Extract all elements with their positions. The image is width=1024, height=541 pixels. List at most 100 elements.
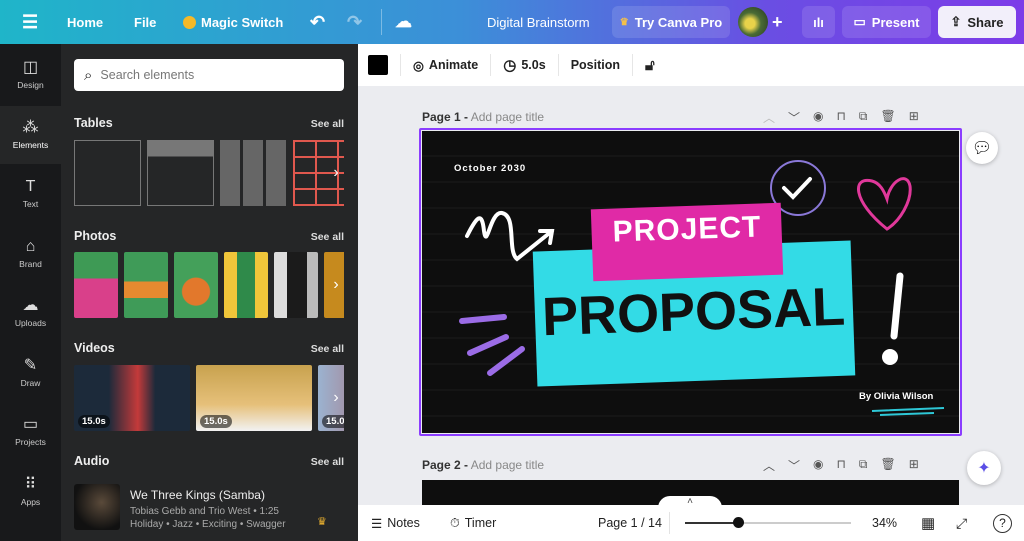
- zoom-slider-handle[interactable]: [733, 517, 745, 528]
- add-page-icon[interactable]: ⊞: [909, 457, 919, 474]
- rail-apps[interactable]: ⠿ Apps: [0, 463, 61, 521]
- rail-draw[interactable]: ✎ Draw: [0, 344, 61, 402]
- page-title-input[interactable]: Add page title: [471, 110, 544, 124]
- redo-icon[interactable]: ↷: [347, 0, 362, 44]
- lock-icon[interactable]: 🔓︎: [633, 54, 667, 76]
- text-icon: T: [25, 178, 36, 195]
- video-thumb[interactable]: 15.0s: [74, 365, 190, 431]
- elements-panel: ⌕ Search elements Tables See all › Photos…: [61, 44, 358, 541]
- duplicate-icon[interactable]: ⧉: [859, 109, 868, 126]
- rail-label: Brand: [19, 259, 42, 269]
- audio-track-title[interactable]: We Three Kings (Samba): [130, 488, 265, 502]
- rail-text[interactable]: T Text: [0, 165, 61, 223]
- add-collaborator-icon[interactable]: +: [772, 0, 783, 44]
- photo-thumb[interactable]: [74, 252, 118, 318]
- fullscreen-icon[interactable]: ⤢: [956, 515, 967, 532]
- rail-label: Elements: [12, 140, 49, 150]
- help-icon[interactable]: ?: [993, 513, 1012, 533]
- video-thumb[interactable]: 15.0s: [196, 365, 312, 431]
- home-button[interactable]: Home: [67, 0, 103, 44]
- trash-icon[interactable]: 🗑︎: [880, 457, 895, 474]
- search-input[interactable]: ⌕ Search elements: [74, 59, 344, 91]
- rail-label: Apps: [20, 497, 41, 507]
- video-duration: 15.0s: [78, 415, 110, 428]
- present-label: Present: [871, 14, 920, 30]
- rail-elements[interactable]: ⁂ Elements: [0, 106, 61, 164]
- photos-see-all[interactable]: See all: [311, 231, 344, 243]
- grid-view-icon[interactable]: ▦: [921, 514, 935, 532]
- insights-icon[interactable]: ılı: [802, 6, 835, 38]
- chevron-up-icon[interactable]: ︿: [763, 109, 775, 126]
- rail-brand[interactable]: ⌂ Brand: [0, 225, 61, 283]
- try-canva-pro-button[interactable]: ♛ Try Canva Pro: [612, 6, 730, 38]
- color-square: [368, 55, 388, 75]
- add-comment-icon[interactable]: 💬︎: [966, 132, 998, 164]
- rail-label: Design: [17, 80, 44, 90]
- duration-button[interactable]: ◷ 5.0s: [491, 54, 559, 76]
- tables-row: [74, 140, 344, 206]
- undo-icon[interactable]: ↶: [310, 0, 325, 44]
- add-page-icon[interactable]: ⊞: [909, 109, 919, 126]
- rail-uploads[interactable]: ☁ Uploads: [0, 284, 61, 342]
- table-thumb[interactable]: [74, 140, 141, 206]
- hamburger-icon[interactable]: ☰: [22, 0, 38, 44]
- audio-cover[interactable]: [74, 484, 120, 530]
- cloud-saved-icon[interactable]: ☁: [395, 0, 412, 44]
- trash-icon[interactable]: 🗑︎: [880, 109, 895, 126]
- photo-thumb[interactable]: [174, 252, 218, 318]
- chevron-right-icon[interactable]: ›: [328, 158, 344, 188]
- videos-heading: Videos: [74, 341, 115, 355]
- notes-label: Notes: [387, 515, 420, 530]
- magic-switch-button[interactable]: Magic Switch: [183, 0, 283, 44]
- selection-border: [419, 128, 962, 436]
- file-menu[interactable]: File: [134, 0, 156, 44]
- chevron-right-icon[interactable]: ›: [328, 383, 344, 413]
- share-button[interactable]: ⇪ Share: [938, 6, 1016, 38]
- notes-button[interactable]: ☰ Notes: [371, 516, 420, 531]
- audio-track-artist: Tobias Gebb and Trio West • 1:25: [130, 506, 279, 517]
- animate-button[interactable]: ◎ Animate: [401, 54, 492, 76]
- photo-thumb[interactable]: [124, 252, 168, 318]
- page-indicator[interactable]: Page 1 / 14: [598, 516, 662, 530]
- chevron-right-icon[interactable]: ›: [328, 270, 344, 300]
- color-swatch[interactable]: [358, 54, 401, 76]
- rail-label: Projects: [15, 437, 46, 447]
- video-duration: 15.0s: [200, 415, 232, 428]
- audio-see-all[interactable]: See all: [311, 456, 344, 468]
- table-thumb[interactable]: [147, 140, 214, 206]
- rail-projects[interactable]: ▭ Projects: [0, 403, 61, 461]
- tables-see-all[interactable]: See all: [311, 118, 344, 130]
- zoom-slider[interactable]: [685, 517, 851, 528]
- duration-label: 5.0s: [521, 58, 546, 72]
- videos-see-all[interactable]: See all: [311, 343, 344, 355]
- lock-icon[interactable]: ⊓: [837, 109, 846, 126]
- present-button[interactable]: ▭ Present: [842, 6, 931, 38]
- position-button[interactable]: Position: [559, 54, 633, 76]
- timer-button[interactable]: ⏱︎ Timer: [450, 516, 496, 531]
- table-thumb[interactable]: [220, 140, 287, 206]
- top-bar: ☰ Home File Magic Switch ↶ ↷ ☁ Digital B…: [0, 0, 1024, 44]
- hide-icon[interactable]: ◉: [813, 109, 823, 126]
- magic-assistant-icon[interactable]: ✦: [967, 451, 1001, 485]
- chevron-down-icon[interactable]: ﹀: [788, 109, 800, 126]
- share-label: Share: [967, 14, 1004, 30]
- photo-thumb[interactable]: [224, 252, 268, 318]
- divider: [381, 9, 382, 35]
- photo-thumb[interactable]: [274, 252, 318, 318]
- document-title[interactable]: Digital Brainstorm: [487, 0, 590, 44]
- page-title-input[interactable]: Add page title: [471, 458, 544, 472]
- zoom-percentage[interactable]: 34%: [872, 516, 897, 530]
- hide-icon[interactable]: ◉: [813, 457, 823, 474]
- duplicate-icon[interactable]: ⧉: [859, 457, 868, 474]
- rail-design[interactable]: ◫ Design: [0, 46, 61, 104]
- chevron-down-icon[interactable]: ﹀: [788, 457, 800, 474]
- avatar[interactable]: [738, 7, 768, 37]
- cloud-upload-icon: ☁: [22, 297, 39, 314]
- lock-icon[interactable]: ⊓: [837, 457, 846, 474]
- crown-icon: [183, 15, 196, 29]
- crown-icon: ♛: [619, 16, 629, 28]
- layout-icon: ◫: [22, 59, 39, 76]
- chevron-up-icon[interactable]: ︿: [763, 457, 775, 474]
- magic-switch-label: Magic Switch: [201, 14, 284, 30]
- folder-icon: ▭: [22, 416, 39, 433]
